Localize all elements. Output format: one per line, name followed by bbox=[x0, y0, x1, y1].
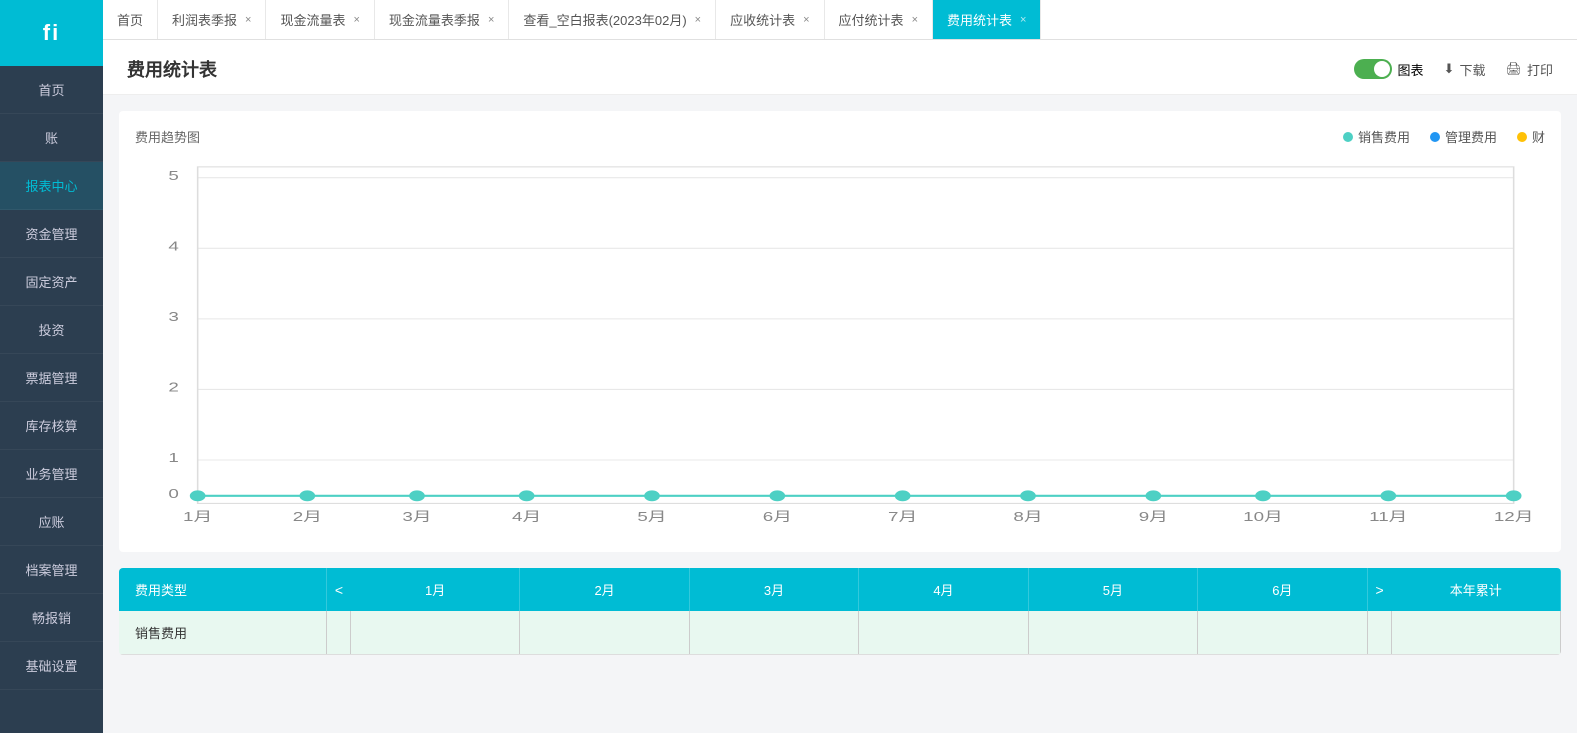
sidebar-item-sales[interactable]: 畅报销 bbox=[0, 594, 103, 642]
svg-text:2月: 2月 bbox=[293, 510, 322, 524]
td-m6 bbox=[1198, 611, 1367, 654]
svg-text:12月: 12月 bbox=[1494, 510, 1534, 524]
page-title: 费用统计表 bbox=[127, 56, 217, 82]
td-nav-space bbox=[327, 611, 351, 654]
th-m5: 5月 bbox=[1029, 568, 1198, 611]
expense-table: 费用类型 < 1月 2月 3月 4月 5月 6月 > 本年累计 销售费用 bbox=[119, 568, 1561, 655]
tab-bar: 首页 利润表季报 × 现金流量表 × 现金流量表季报 × 查看_空白报表(202… bbox=[103, 0, 1577, 40]
td-m4 bbox=[859, 611, 1028, 654]
chart-svg: 5 4 3 2 1 0 bbox=[135, 156, 1545, 536]
th-nav-prev[interactable]: < bbox=[327, 568, 351, 611]
tab-receivable[interactable]: 应收统计表 × bbox=[716, 0, 824, 39]
tab-payable-stat[interactable]: 应付统计表 × bbox=[825, 0, 933, 39]
td-m3 bbox=[690, 611, 859, 654]
svg-text:6月: 6月 bbox=[763, 510, 792, 524]
svg-text:1: 1 bbox=[168, 451, 178, 465]
sidebar-item-account[interactable]: 账 bbox=[0, 114, 103, 162]
sidebar-item-archive[interactable]: 档案管理 bbox=[0, 546, 103, 594]
tab-expense-stat[interactable]: 费用统计表 × bbox=[933, 0, 1041, 39]
chart-legend: 销售费用 管理费用 财 bbox=[1343, 127, 1545, 146]
th-m6: 6月 bbox=[1198, 568, 1367, 611]
th-nav-next[interactable]: > bbox=[1368, 568, 1392, 611]
chart-toggle-label: 图表 bbox=[1398, 60, 1424, 79]
sidebar-item-settings[interactable]: 基础设置 bbox=[0, 642, 103, 690]
download-icon: ⬇ bbox=[1444, 61, 1455, 77]
chart-area: 5 4 3 2 1 0 bbox=[135, 156, 1545, 536]
close-tab-cashflow[interactable]: × bbox=[353, 14, 359, 26]
svg-text:8月: 8月 bbox=[1013, 510, 1042, 524]
td-m5 bbox=[1029, 611, 1198, 654]
legend-admin-expense: 管理费用 bbox=[1430, 127, 1497, 146]
td-type: 销售费用 bbox=[119, 611, 327, 654]
svg-text:5月: 5月 bbox=[637, 510, 666, 524]
close-tab-cashflow-quarter[interactable]: × bbox=[488, 14, 494, 26]
td-nav-space2 bbox=[1368, 611, 1392, 654]
download-button[interactable]: ⬇ 下载 bbox=[1444, 60, 1486, 79]
print-icon: 🖨 bbox=[1505, 61, 1522, 77]
sidebar-item-fixed-asset[interactable]: 固定资产 bbox=[0, 258, 103, 306]
close-tab-payable-stat[interactable]: × bbox=[912, 14, 918, 26]
table-header: 费用类型 < 1月 2月 3月 4月 5月 6月 > 本年累计 bbox=[119, 568, 1561, 611]
td-m1 bbox=[351, 611, 520, 654]
tab-home[interactable]: 首页 bbox=[103, 0, 158, 39]
sidebar: fi 首页 账 报表中心 资金管理 固定资产 投资 票据管理 库存核算 业务管理… bbox=[0, 0, 103, 733]
close-tab-profit-quarter[interactable]: × bbox=[245, 14, 251, 26]
th-m3: 3月 bbox=[690, 568, 859, 611]
sidebar-item-report-center[interactable]: 报表中心 bbox=[0, 162, 103, 210]
th-type: 费用类型 bbox=[119, 568, 327, 611]
chart-title: 费用趋势图 bbox=[135, 127, 200, 146]
chart-section: 费用趋势图 销售费用 管理费用 财 bbox=[119, 111, 1561, 552]
close-tab-blank-report[interactable]: × bbox=[695, 14, 701, 26]
svg-text:1月: 1月 bbox=[183, 510, 212, 524]
sidebar-item-service[interactable]: 业务管理 bbox=[0, 450, 103, 498]
page-content: 费用统计表 图表 ⬇ 下载 🖨 打印 费用趋势图 bbox=[103, 40, 1577, 733]
legend-dot-admin bbox=[1430, 132, 1440, 142]
sidebar-item-invest[interactable]: 投资 bbox=[0, 306, 103, 354]
td-m2 bbox=[520, 611, 689, 654]
td-year-total bbox=[1392, 611, 1561, 654]
tab-blank-report[interactable]: 查看_空白报表(2023年02月) × bbox=[509, 0, 716, 39]
sidebar-item-payable[interactable]: 应账 bbox=[0, 498, 103, 546]
sidebar-item-home[interactable]: 首页 bbox=[0, 66, 103, 114]
th-m2: 2月 bbox=[520, 568, 689, 611]
tab-profit-quarter[interactable]: 利润表季报 × bbox=[158, 0, 266, 39]
sidebar-logo: fi bbox=[0, 0, 103, 66]
sidebar-item-inventory[interactable]: 库存核算 bbox=[0, 402, 103, 450]
legend-label-admin: 管理费用 bbox=[1445, 127, 1497, 146]
chart-toggle-wrap: 图表 bbox=[1354, 59, 1424, 79]
svg-text:3: 3 bbox=[168, 310, 178, 324]
sidebar-item-fund[interactable]: 资金管理 bbox=[0, 210, 103, 258]
print-button[interactable]: 🖨 打印 bbox=[1505, 60, 1553, 79]
th-m4: 4月 bbox=[859, 568, 1028, 611]
close-tab-expense-stat[interactable]: × bbox=[1020, 14, 1026, 26]
svg-text:11月: 11月 bbox=[1369, 510, 1407, 524]
legend-dot-sales bbox=[1343, 132, 1353, 142]
header-actions: 图表 ⬇ 下载 🖨 打印 bbox=[1354, 59, 1553, 79]
svg-text:2: 2 bbox=[168, 380, 178, 394]
sidebar-item-ticket[interactable]: 票据管理 bbox=[0, 354, 103, 402]
legend-finance-expense: 财 bbox=[1517, 127, 1545, 146]
svg-text:4月: 4月 bbox=[512, 510, 541, 524]
page-header: 费用统计表 图表 ⬇ 下载 🖨 打印 bbox=[103, 40, 1577, 95]
chart-header: 费用趋势图 销售费用 管理费用 财 bbox=[135, 127, 1545, 146]
chart-toggle[interactable] bbox=[1354, 59, 1392, 79]
legend-sales-expense: 销售费用 bbox=[1343, 127, 1410, 146]
svg-text:5: 5 bbox=[168, 169, 178, 183]
legend-label-sales: 销售费用 bbox=[1358, 127, 1410, 146]
svg-text:7月: 7月 bbox=[888, 510, 917, 524]
svg-text:4: 4 bbox=[168, 239, 178, 253]
legend-dot-finance bbox=[1517, 132, 1527, 142]
tab-cashflow[interactable]: 现金流量表 × bbox=[266, 0, 374, 39]
svg-text:10月: 10月 bbox=[1243, 510, 1283, 524]
close-tab-receivable[interactable]: × bbox=[803, 14, 809, 26]
main-area: 首页 利润表季报 × 现金流量表 × 现金流量表季报 × 查看_空白报表(202… bbox=[103, 0, 1577, 733]
tab-cashflow-quarter[interactable]: 现金流量表季报 × bbox=[375, 0, 509, 39]
th-year-total: 本年累计 bbox=[1392, 568, 1561, 611]
th-m1: 1月 bbox=[351, 568, 520, 611]
svg-text:9月: 9月 bbox=[1139, 510, 1168, 524]
table-row: 销售费用 bbox=[119, 611, 1561, 655]
svg-text:0: 0 bbox=[168, 487, 178, 501]
legend-label-finance: 财 bbox=[1532, 127, 1545, 146]
svg-text:3月: 3月 bbox=[402, 510, 431, 524]
